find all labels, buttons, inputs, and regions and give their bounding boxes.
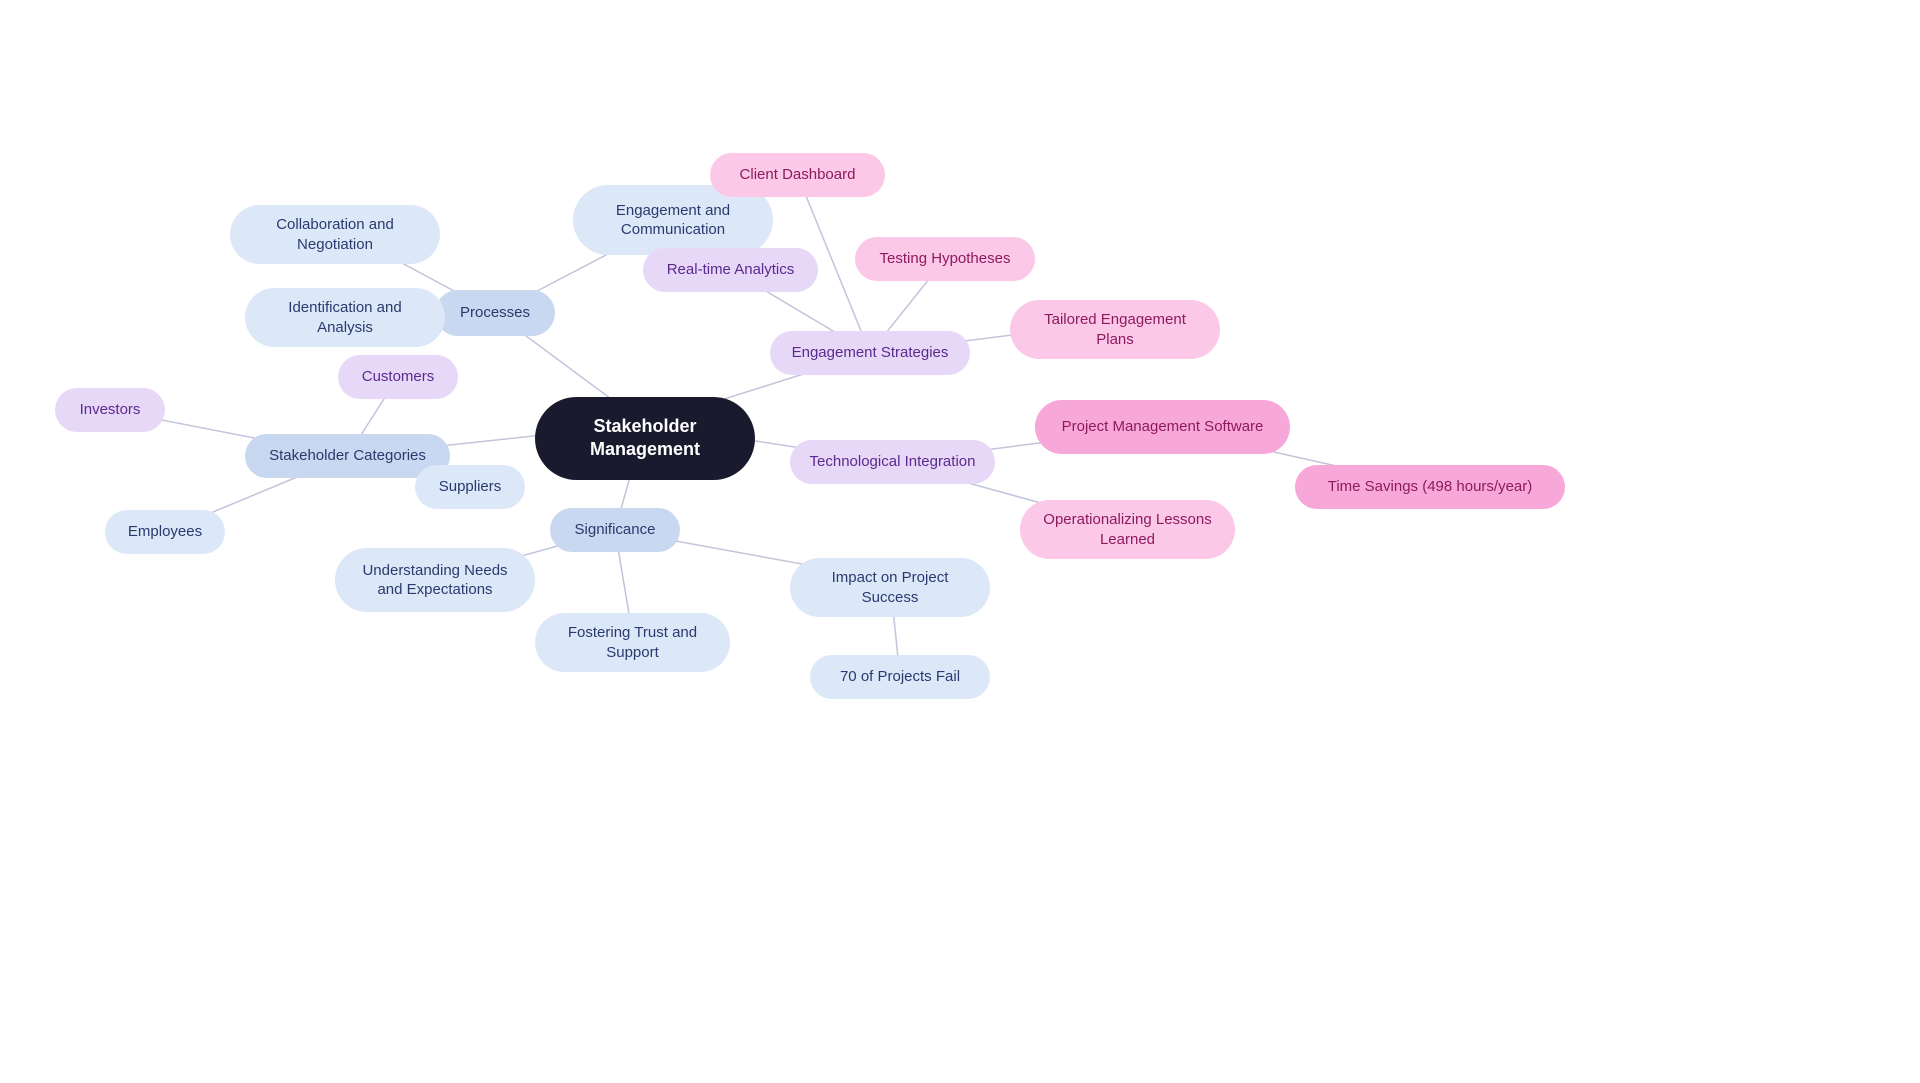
mindmap-node-customers: Customers (338, 355, 458, 399)
mindmap-node-ops_lessons: Operationalizing Lessons Learned (1020, 500, 1235, 559)
mindmap-node-engagement_strat: Engagement Strategies (770, 331, 970, 375)
mindmap-node-tailored: Tailored Engagement Plans (1010, 300, 1220, 359)
mindmap-node-proj_mgmt: Project Management Software (1035, 400, 1290, 454)
mindmap-node-processes: Processes (435, 290, 555, 336)
mindmap-node-id_analysis: Identification and Analysis (245, 288, 445, 347)
mindmap-node-investors: Investors (55, 388, 165, 432)
mindmap-node-tech_integration: Technological Integration (790, 440, 995, 484)
mindmap-node-employees: Employees (105, 510, 225, 554)
mindmap-node-testing_hyp: Testing Hypotheses (855, 237, 1035, 281)
mindmap-node-fostering: Fostering Trust and Support (535, 613, 730, 672)
mindmap-node-impact: Impact on Project Success (790, 558, 990, 617)
mindmap-svg (0, 0, 1920, 1083)
mindmap-node-suppliers: Suppliers (415, 465, 525, 509)
mindmap-node-stakeholder_cats: Stakeholder Categories (245, 434, 450, 478)
mindmap-node-real_analytics: Real-time Analytics (643, 248, 818, 292)
mindmap-node-seventy: 70 of Projects Fail (810, 655, 990, 699)
mindmap-node-center: Stakeholder Management (535, 397, 755, 480)
mindmap-node-collab_neg: Collaboration and Negotiation (230, 205, 440, 264)
mindmap-node-time_savings: Time Savings (498 hours/year) (1295, 465, 1565, 509)
mindmap-node-client_dash: Client Dashboard (710, 153, 885, 197)
mindmap-node-significance: Significance (550, 508, 680, 552)
mindmap-node-understanding: Understanding Needs and Expectations (335, 548, 535, 612)
